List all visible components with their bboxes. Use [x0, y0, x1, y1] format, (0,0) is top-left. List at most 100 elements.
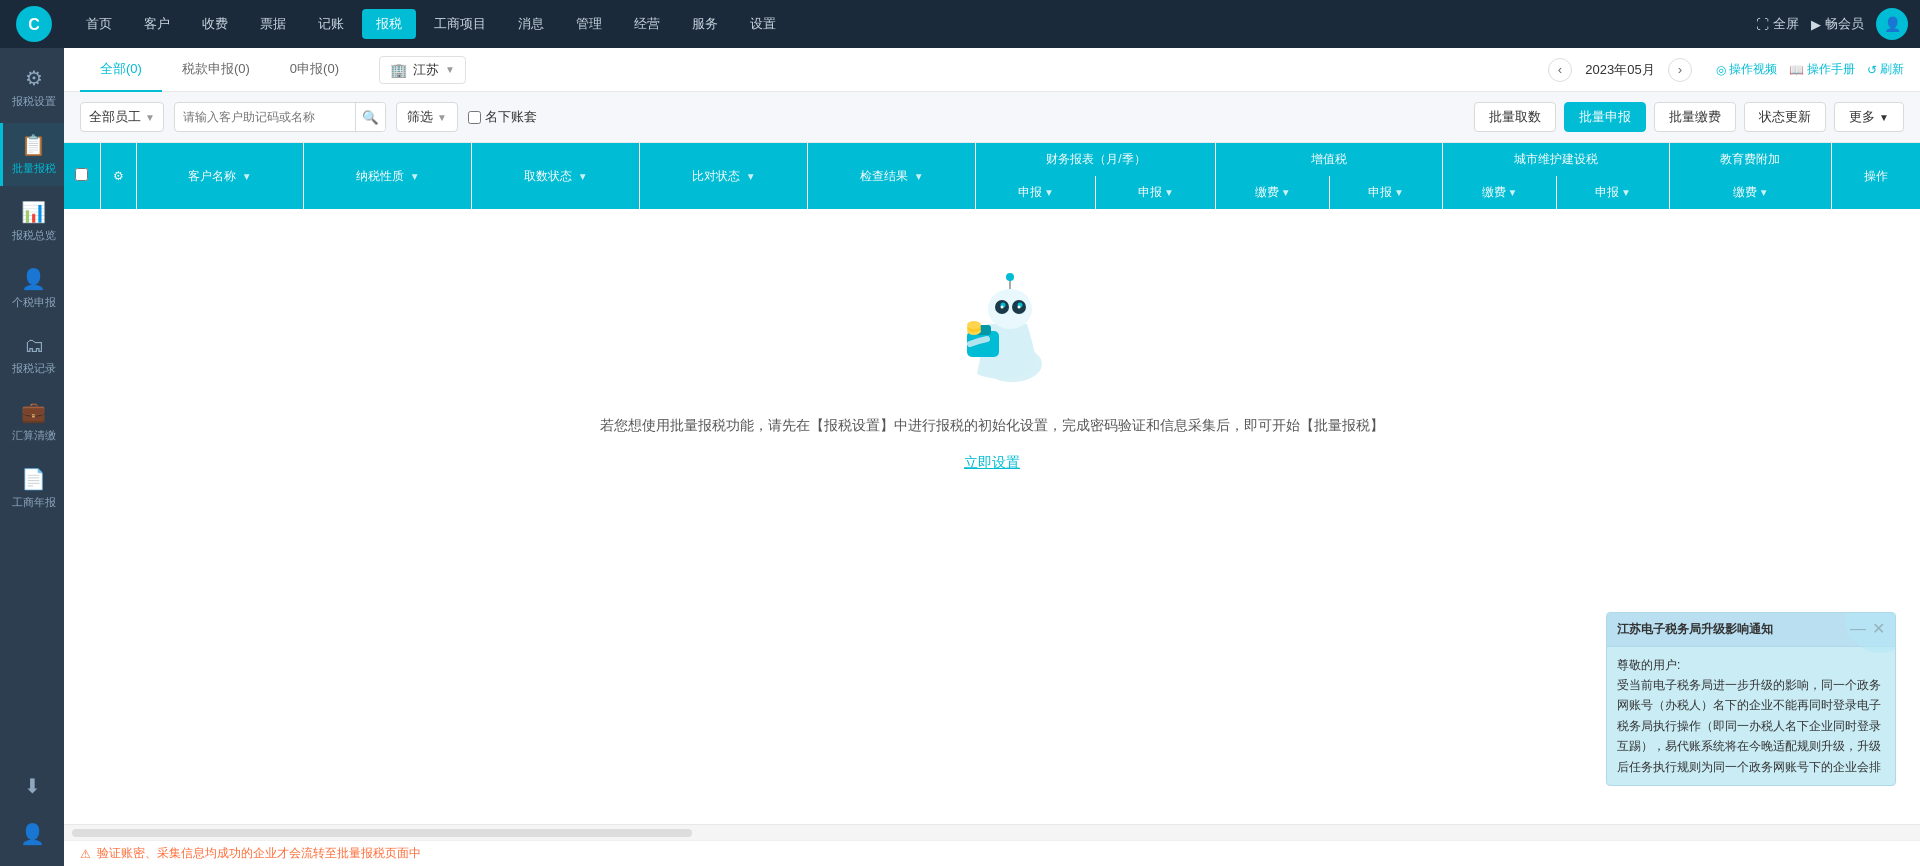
svg-text:C: C [28, 16, 40, 33]
top-navigation: C 首页 客户 收费 票据 记账 报税 工商项目 消息 管理 经营 服务 设置 … [0, 0, 1920, 48]
nav-menu: 首页 客户 收费 票据 记账 报税 工商项目 消息 管理 经营 服务 设置 [72, 9, 1756, 39]
account-checkbox-text: 名下账套 [485, 108, 537, 126]
client-search-input[interactable] [175, 110, 355, 124]
th-vat-dec-filter-icon[interactable]: ▼ [1164, 187, 1174, 198]
tab-zero-declaration[interactable]: 0申报(0) [270, 48, 359, 92]
th-compare-filter-icon[interactable]: ▼ [746, 171, 756, 182]
search-button[interactable]: 🔍 [355, 102, 385, 132]
th-fin-dec-filter-icon[interactable]: ▼ [1044, 187, 1054, 198]
search-icon: 🔍 [362, 110, 379, 125]
tab-right-actions: ◎ 操作视频 📖 操作手册 ↺ 刷新 [1716, 61, 1904, 78]
th-vat-pay-filter-icon[interactable]: ▼ [1281, 187, 1291, 198]
nav-client[interactable]: 客户 [130, 9, 184, 39]
th-edu-pay-filter-icon[interactable]: ▼ [1759, 187, 1769, 198]
annual-report-icon: 📄 [21, 467, 46, 491]
sidebar-label-annual-report: 工商年报 [12, 495, 56, 510]
th-city-pay-filter-icon[interactable]: ▼ [1508, 187, 1518, 198]
th-edu-dec-filter-icon[interactable]: ▼ [1621, 187, 1631, 198]
sidebar-item-personal-tax[interactable]: 👤 个税申报 [0, 257, 64, 320]
th-client-filter-icon[interactable]: ▼ [242, 171, 252, 182]
date-next-button[interactable]: › [1668, 58, 1692, 82]
nav-management[interactable]: 管理 [562, 9, 616, 39]
toolbar-right: 批量取数 批量申报 批量缴费 状态更新 更多 ▼ [1474, 102, 1904, 132]
batch-pay-button[interactable]: 批量缴费 [1654, 102, 1736, 132]
notification-minimize-button[interactable]: — [1850, 621, 1866, 637]
batch-declare-button[interactable]: 批量申报 [1564, 102, 1646, 132]
tab-all-count-val: 0 [130, 61, 137, 76]
nav-operations[interactable]: 经营 [620, 9, 674, 39]
region-selector[interactable]: 🏢 江苏 ▼ [379, 56, 466, 84]
manual-action[interactable]: 📖 操作手册 [1789, 61, 1855, 78]
tab-tax-declaration[interactable]: 税款申报(0) [162, 48, 270, 92]
video-action[interactable]: ◎ 操作视频 [1716, 61, 1777, 78]
nav-service[interactable]: 服务 [678, 9, 732, 39]
nav-invoice[interactable]: 票据 [246, 9, 300, 39]
user-avatar[interactable]: 👤 [1876, 8, 1908, 40]
th-operation: 操作 [1831, 143, 1920, 209]
th-settings[interactable]: ⚙ [100, 143, 136, 209]
sidebar-item-tax-summary[interactable]: 📊 报税总览 [0, 190, 64, 253]
video-label: 操作视频 [1729, 61, 1777, 78]
sidebar-label-tax-settings: 报税设置 [12, 94, 56, 109]
status-update-button[interactable]: 状态更新 [1744, 102, 1826, 132]
nav-tax[interactable]: 报税 [362, 9, 416, 39]
app-logo[interactable]: C [12, 2, 56, 46]
sidebar-item-tax-records[interactable]: 🗂 报税记录 [0, 324, 64, 386]
tax-summary-icon: 📊 [21, 200, 46, 224]
tab-tax-label: 税款申报 [182, 60, 234, 78]
refresh-action[interactable]: ↺ 刷新 [1867, 61, 1904, 78]
th-check-result: 检查结果 ▼ [808, 143, 976, 209]
refresh-icon: ↺ [1867, 63, 1877, 77]
svg-point-8 [1001, 306, 1004, 309]
fullscreen-button[interactable]: ⛶ 全屏 [1756, 15, 1799, 33]
sidebar-label-settlement: 汇算清缴 [12, 428, 56, 443]
th-education-surcharge: 教育费附加 [1670, 143, 1832, 176]
sidebar-label-personal-tax: 个税申报 [12, 295, 56, 310]
filter-arrow-icon: ▼ [437, 112, 447, 123]
th-checkbox[interactable] [64, 143, 100, 209]
svg-point-9 [1018, 306, 1021, 309]
th-city-dec-filter-icon[interactable]: ▼ [1394, 187, 1404, 198]
tab-all[interactable]: 全部(0) [80, 48, 162, 92]
nav-accounting[interactable]: 记账 [304, 9, 358, 39]
sidebar-item-tax-settings[interactable]: ⚙ 报税设置 [0, 56, 64, 119]
th-vat-declare: 申报▼ [1096, 176, 1216, 209]
batch-get-button[interactable]: 批量取数 [1474, 102, 1556, 132]
horizontal-scrollbar[interactable] [72, 829, 692, 837]
batch-tax-icon: 📋 [21, 133, 46, 157]
sidebar-item-annual-report[interactable]: 📄 工商年报 [0, 457, 64, 520]
th-tax-type-filter-icon[interactable]: ▼ [410, 171, 420, 182]
nav-home[interactable]: 首页 [72, 9, 126, 39]
account-checkbox[interactable] [468, 111, 481, 124]
nav-right-area: ⛶ 全屏 ▶ 畅会员 👤 [1756, 8, 1908, 40]
notification-panel: 江苏电子税务局升级影响通知 — ✕ 尊敬的用户:受当前电子税务局进一步升级的影响… [1606, 612, 1896, 786]
sidebar-user-icon[interactable]: 👤 [12, 814, 53, 854]
nav-message[interactable]: 消息 [504, 9, 558, 39]
account-checkbox-label[interactable]: 名下账套 [468, 108, 537, 126]
th-financial-report: 财务报表（月/季） [976, 143, 1216, 176]
th-fetch-filter-icon[interactable]: ▼ [578, 171, 588, 182]
more-button[interactable]: 更多 ▼ [1834, 102, 1904, 132]
setup-link[interactable]: 立即设置 [964, 454, 1020, 472]
robot-illustration [922, 269, 1062, 389]
sidebar-download-icon[interactable]: ⬇ [16, 766, 49, 806]
employee-select[interactable]: 全部员工 ▼ [80, 102, 164, 132]
member-button[interactable]: ▶ 畅会员 [1811, 15, 1864, 33]
th-compare-status: 比对状态 ▼ [640, 143, 808, 209]
sidebar-item-batch-tax[interactable]: 📋 批量报税 [0, 123, 64, 186]
tax-records-icon: 🗂 [24, 334, 44, 357]
filter-button[interactable]: 筛选 ▼ [396, 102, 458, 132]
tab-zero-label: 0申报 [290, 60, 323, 78]
sidebar-item-settlement[interactable]: 💼 汇算清缴 [0, 390, 64, 453]
notification-close-button[interactable]: ✕ [1872, 621, 1885, 637]
select-all-checkbox[interactable] [75, 168, 88, 181]
nav-billing[interactable]: 收费 [188, 9, 242, 39]
date-prev-button[interactable]: ‹ [1548, 58, 1572, 82]
sidebar: ⚙ 报税设置 📋 批量报税 📊 报税总览 👤 个税申报 🗂 报税记录 💼 汇算清… [0, 48, 64, 866]
th-check-filter-icon[interactable]: ▼ [914, 171, 924, 182]
nav-business[interactable]: 工商项目 [420, 9, 500, 39]
content-area: ⚙ 客户名称 ▼ 纳税性质 ▼ 取数状态 [64, 143, 1920, 866]
nav-settings[interactable]: 设置 [736, 9, 790, 39]
member-label: 畅会员 [1825, 15, 1864, 33]
gear-icon: ⚙ [113, 169, 124, 183]
